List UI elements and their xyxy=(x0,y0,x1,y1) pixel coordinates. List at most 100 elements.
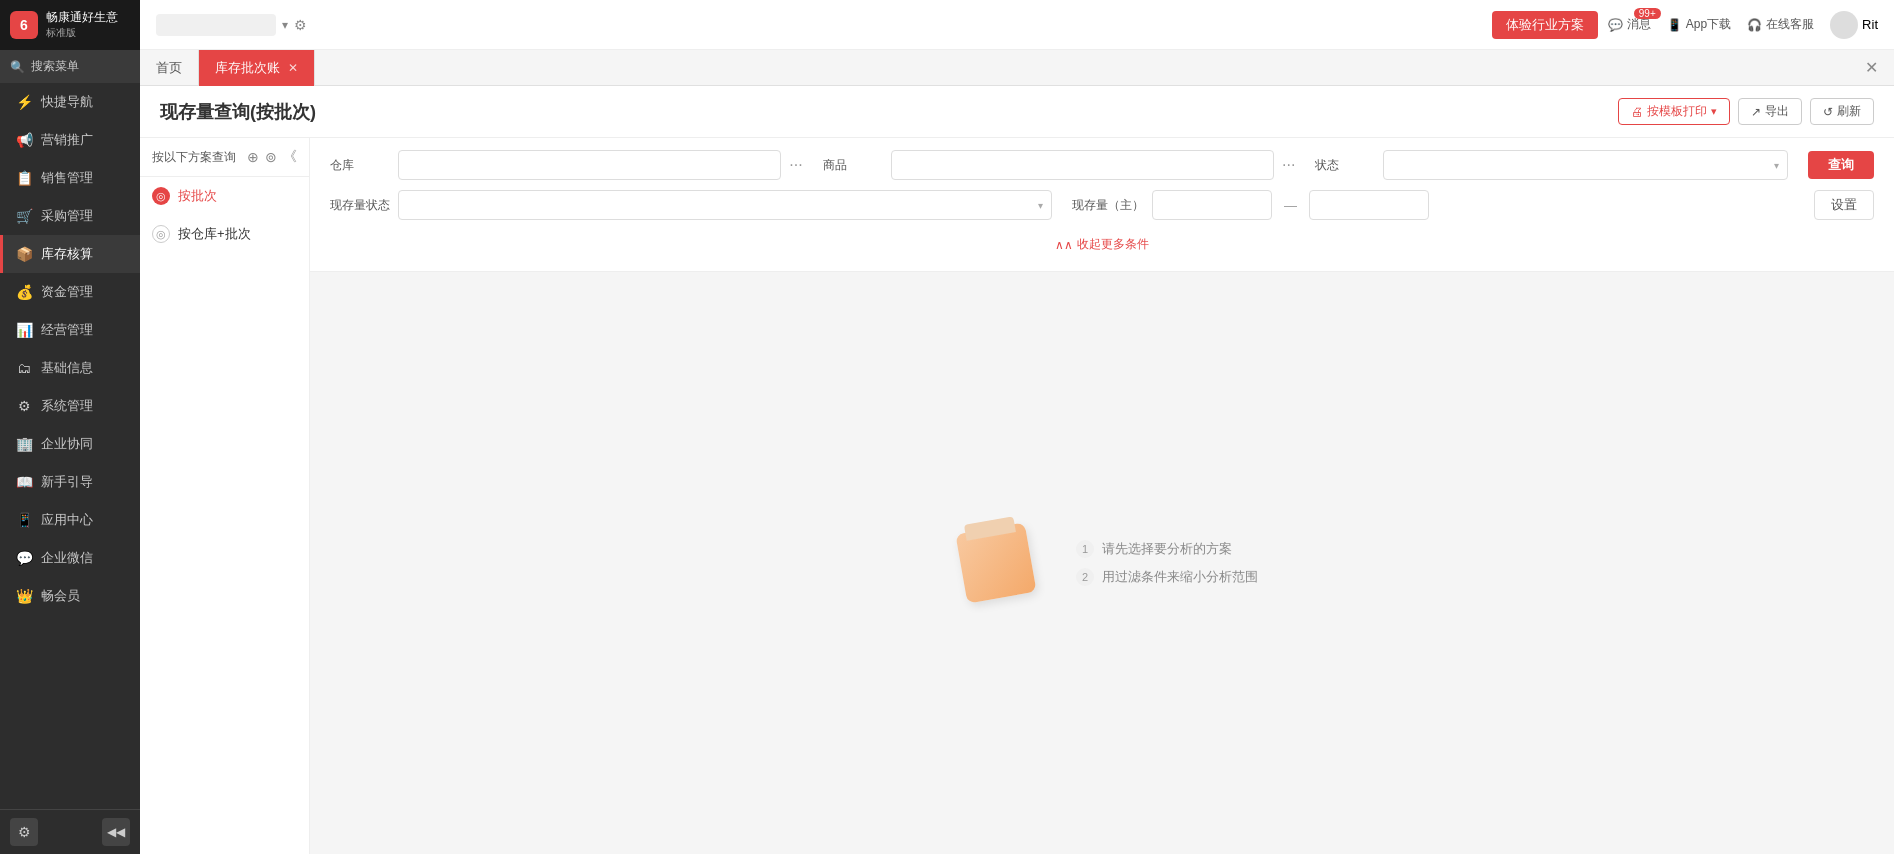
sidebar-item-system[interactable]: ⚙ 系统管理 xyxy=(0,387,140,425)
tab-panel-close-button[interactable]: ✕ xyxy=(1849,58,1894,77)
topbar-search-input[interactable] xyxy=(156,14,276,36)
sidebar-item-inventory[interactable]: 📦 库存核算 xyxy=(0,235,140,273)
settings-button[interactable]: 设置 xyxy=(1814,190,1874,220)
filter-add-icon[interactable]: ⊕ xyxy=(247,149,259,165)
sidebar-item-operations[interactable]: 📊 经营管理 xyxy=(0,311,140,349)
user-menu[interactable]: Rit xyxy=(1830,11,1878,39)
search-row-2: 现存量状态 ▾ 现存量（主） — xyxy=(330,190,1874,220)
sidebar-item-basics[interactable]: 🗂 基础信息 xyxy=(0,349,140,387)
wechat-icon: 💬 xyxy=(15,549,33,567)
sidebar-item-member[interactable]: 👑 畅会员 xyxy=(0,577,140,615)
app-info: 畅康通好生意 标准版 xyxy=(46,10,118,40)
filter-settings-icon[interactable]: ⊚ xyxy=(265,149,277,165)
warehouse-input[interactable] xyxy=(398,150,781,180)
app-title: 畅康通好生意 xyxy=(46,10,118,26)
newbie-icon: 📖 xyxy=(15,473,33,491)
system-icon: ⚙ xyxy=(15,397,33,415)
tab-home[interactable]: 首页 xyxy=(140,50,199,86)
filter-item-by-warehouse-batch[interactable]: ◎ 按仓库+批次 xyxy=(140,215,309,253)
warehouse-label: 仓库 xyxy=(330,157,390,174)
messages-badge: 99+ xyxy=(1634,8,1661,19)
app-download-icon: 📱 xyxy=(1667,18,1682,32)
sidebar-item-newbie[interactable]: 📖 新手引导 xyxy=(0,463,140,501)
tab-home-label: 首页 xyxy=(156,59,182,77)
page-content: 现存量查询(按批次) 🖨 按模板打印 ▾ ↗ 导出 ↺ 刷新 xyxy=(140,86,1894,854)
sidebar-footer: ⚙ ◀◀ xyxy=(0,809,140,854)
print-dropdown-icon[interactable]: ▾ xyxy=(1711,105,1717,118)
user-avatar xyxy=(1830,11,1858,39)
sidebar-header: 6 畅康通好生意 标准版 xyxy=(0,0,140,50)
app-download-button[interactable]: 📱 App下载 xyxy=(1667,16,1731,33)
inventory-status-select[interactable]: ▾ xyxy=(398,190,1052,220)
settings-gear-button[interactable]: ⚙ xyxy=(10,818,38,846)
topbar-breadcrumb: ▾ ⚙ xyxy=(156,14,1482,36)
sidebar-item-label: 应用中心 xyxy=(41,511,93,529)
topbar-dropdown-arrow[interactable]: ▾ xyxy=(282,18,288,32)
sidebar-item-label: 营销推广 xyxy=(41,131,93,149)
status-select[interactable]: ▾ xyxy=(1383,150,1788,180)
chevron-up-icon: ∧∧ xyxy=(1055,238,1073,252)
search-panel: 仓库 ··· 商品 ··· 状态 xyxy=(310,138,1894,854)
sidebar-item-shortcuts[interactable]: ⚡ 快捷导航 xyxy=(0,83,140,121)
sidebar-item-label: 企业协同 xyxy=(41,435,93,453)
warehouse-field: 仓库 ··· xyxy=(330,150,803,180)
range-dash: — xyxy=(1284,198,1297,213)
empty-box-icon xyxy=(955,522,1036,603)
sidebar-search-label: 搜索菜单 xyxy=(31,58,79,75)
inventory-status-label: 现存量状态 xyxy=(330,197,390,214)
page-title: 现存量查询(按批次) xyxy=(160,100,316,124)
sidebar-item-label: 采购管理 xyxy=(41,207,93,225)
sidebar-item-label: 新手引导 xyxy=(41,473,93,491)
sidebar-item-finance[interactable]: 💰 资金管理 xyxy=(0,273,140,311)
purchase-icon: 🛒 xyxy=(15,207,33,225)
collapse-label: 收起更多条件 xyxy=(1077,236,1149,253)
query-button[interactable]: 查询 xyxy=(1808,151,1874,179)
sidebar-item-sales[interactable]: 📋 销售管理 xyxy=(0,159,140,197)
content-body: 按以下方案查询 ⊕ ⊚ 《 ◎ 按批次 ◎ 按仓库+批次 xyxy=(140,138,1894,854)
empty-hint-1-text: 请先选择要分析的方案 xyxy=(1102,540,1232,558)
sidebar-item-label: 畅会员 xyxy=(41,587,80,605)
refresh-button[interactable]: ↺ 刷新 xyxy=(1810,98,1874,125)
refresh-icon: ↺ xyxy=(1823,105,1833,119)
sidebar-item-enterprise[interactable]: 🏢 企业协同 xyxy=(0,425,140,463)
print-button[interactable]: 🖨 按模板打印 ▾ xyxy=(1618,98,1730,125)
collapse-sidebar-button[interactable]: ◀◀ xyxy=(102,818,130,846)
sidebar-item-label: 快捷导航 xyxy=(41,93,93,111)
filter-item-by-batch[interactable]: ◎ 按批次 xyxy=(140,177,309,215)
messages-button[interactable]: 💬 消息 99+ xyxy=(1608,16,1651,33)
status-select-arrow: ▾ xyxy=(1774,160,1779,171)
tab-batch-account[interactable]: 库存批次账 ✕ xyxy=(199,50,315,86)
app-logo: 6 xyxy=(10,11,38,39)
shortcuts-icon: ⚡ xyxy=(15,93,33,111)
filter-title: 按以下方案查询 xyxy=(152,149,236,166)
sidebar-nav: ⚡ 快捷导航 📢 营销推广 📋 销售管理 🛒 采购管理 📦 库存核算 💰 资金管… xyxy=(0,83,140,809)
online-service-button[interactable]: 🎧 在线客服 xyxy=(1747,16,1814,33)
sidebar-search[interactable]: 🔍 搜索菜单 xyxy=(0,50,140,83)
goods-picker-icon[interactable]: ··· xyxy=(1282,156,1295,174)
filter-collapse-icon[interactable]: 《 xyxy=(283,148,297,166)
inventory-qty-from[interactable] xyxy=(1152,190,1272,220)
app-subtitle: 标准版 xyxy=(46,26,118,40)
sidebar-item-apps[interactable]: 📱 应用中心 xyxy=(0,501,140,539)
topbar-gear-icon[interactable]: ⚙ xyxy=(294,17,307,33)
search-row-1: 仓库 ··· 商品 ··· 状态 xyxy=(330,150,1874,180)
user-name: Rit xyxy=(1862,17,1878,32)
sidebar-item-marketing[interactable]: 📢 营销推广 xyxy=(0,121,140,159)
sidebar-item-wechat[interactable]: 💬 企业微信 xyxy=(0,539,140,577)
sales-icon: 📋 xyxy=(15,169,33,187)
sidebar: 6 畅康通好生意 标准版 🔍 搜索菜单 ⚡ 快捷导航 📢 营销推广 📋 销售管理… xyxy=(0,0,140,854)
export-icon: ↗ xyxy=(1751,105,1761,119)
goods-input[interactable] xyxy=(891,150,1274,180)
warehouse-picker-icon[interactable]: ··· xyxy=(789,156,802,174)
member-icon: 👑 xyxy=(15,587,33,605)
inventory-qty-to[interactable] xyxy=(1309,190,1429,220)
headset-icon: 🎧 xyxy=(1747,18,1762,32)
trial-button[interactable]: 体验行业方案 xyxy=(1492,11,1598,39)
tab-close-icon[interactable]: ✕ xyxy=(288,61,298,75)
topbar: ▾ ⚙ 体验行业方案 💬 消息 99+ 📱 App下载 🎧 在线客服 Rit xyxy=(140,0,1894,50)
export-button[interactable]: ↗ 导出 xyxy=(1738,98,1802,125)
page-actions: 🖨 按模板打印 ▾ ↗ 导出 ↺ 刷新 xyxy=(1618,98,1874,125)
sidebar-item-purchase[interactable]: 🛒 采购管理 xyxy=(0,197,140,235)
inventory-icon: 📦 xyxy=(15,245,33,263)
collapse-conditions-button[interactable]: ∧∧ 收起更多条件 xyxy=(330,230,1874,259)
